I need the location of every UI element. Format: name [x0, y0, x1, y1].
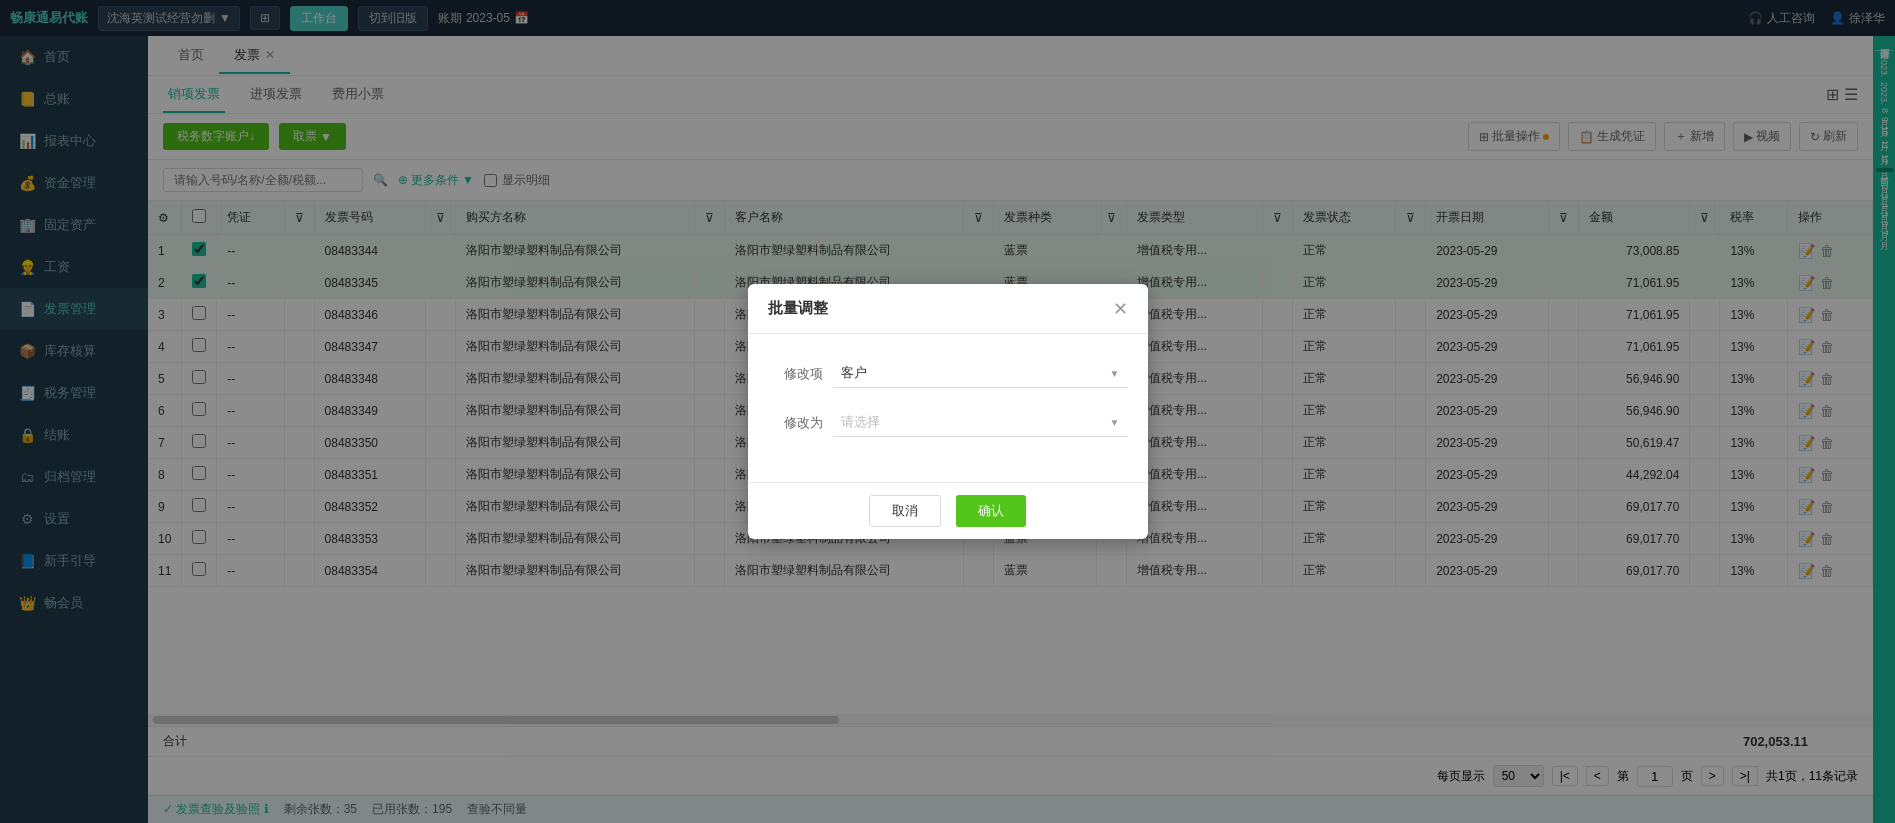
chevron-down-icon: ▼: [1110, 368, 1120, 379]
modify-item-row: 修改项 客户 ▼: [768, 359, 1128, 388]
modify-to-label: 修改为: [768, 414, 823, 432]
modal-close-btn[interactable]: ✕: [1113, 300, 1128, 318]
modify-to-select[interactable]: 请选择 ▼: [833, 408, 1128, 437]
modal-confirm-btn[interactable]: 确认: [956, 495, 1026, 527]
modal-overlay[interactable]: 批量调整 ✕ 修改项 客户 ▼ 修改为 请选择 ▼ 取消 确认: [0, 0, 1895, 823]
modal-footer: 取消 确认: [748, 482, 1148, 539]
batch-adjust-modal: 批量调整 ✕ 修改项 客户 ▼ 修改为 请选择 ▼ 取消 确认: [748, 284, 1148, 539]
modify-item-label: 修改项: [768, 365, 823, 383]
modal-title: 批量调整: [768, 299, 828, 318]
modal-cancel-btn[interactable]: 取消: [869, 495, 941, 527]
chevron-down-icon: ▼: [1110, 417, 1120, 428]
modal-header: 批量调整 ✕: [748, 284, 1148, 334]
modal-body: 修改项 客户 ▼ 修改为 请选择 ▼: [748, 334, 1148, 482]
modify-to-row: 修改为 请选择 ▼: [768, 408, 1128, 437]
modify-item-select[interactable]: 客户 ▼: [833, 359, 1128, 388]
